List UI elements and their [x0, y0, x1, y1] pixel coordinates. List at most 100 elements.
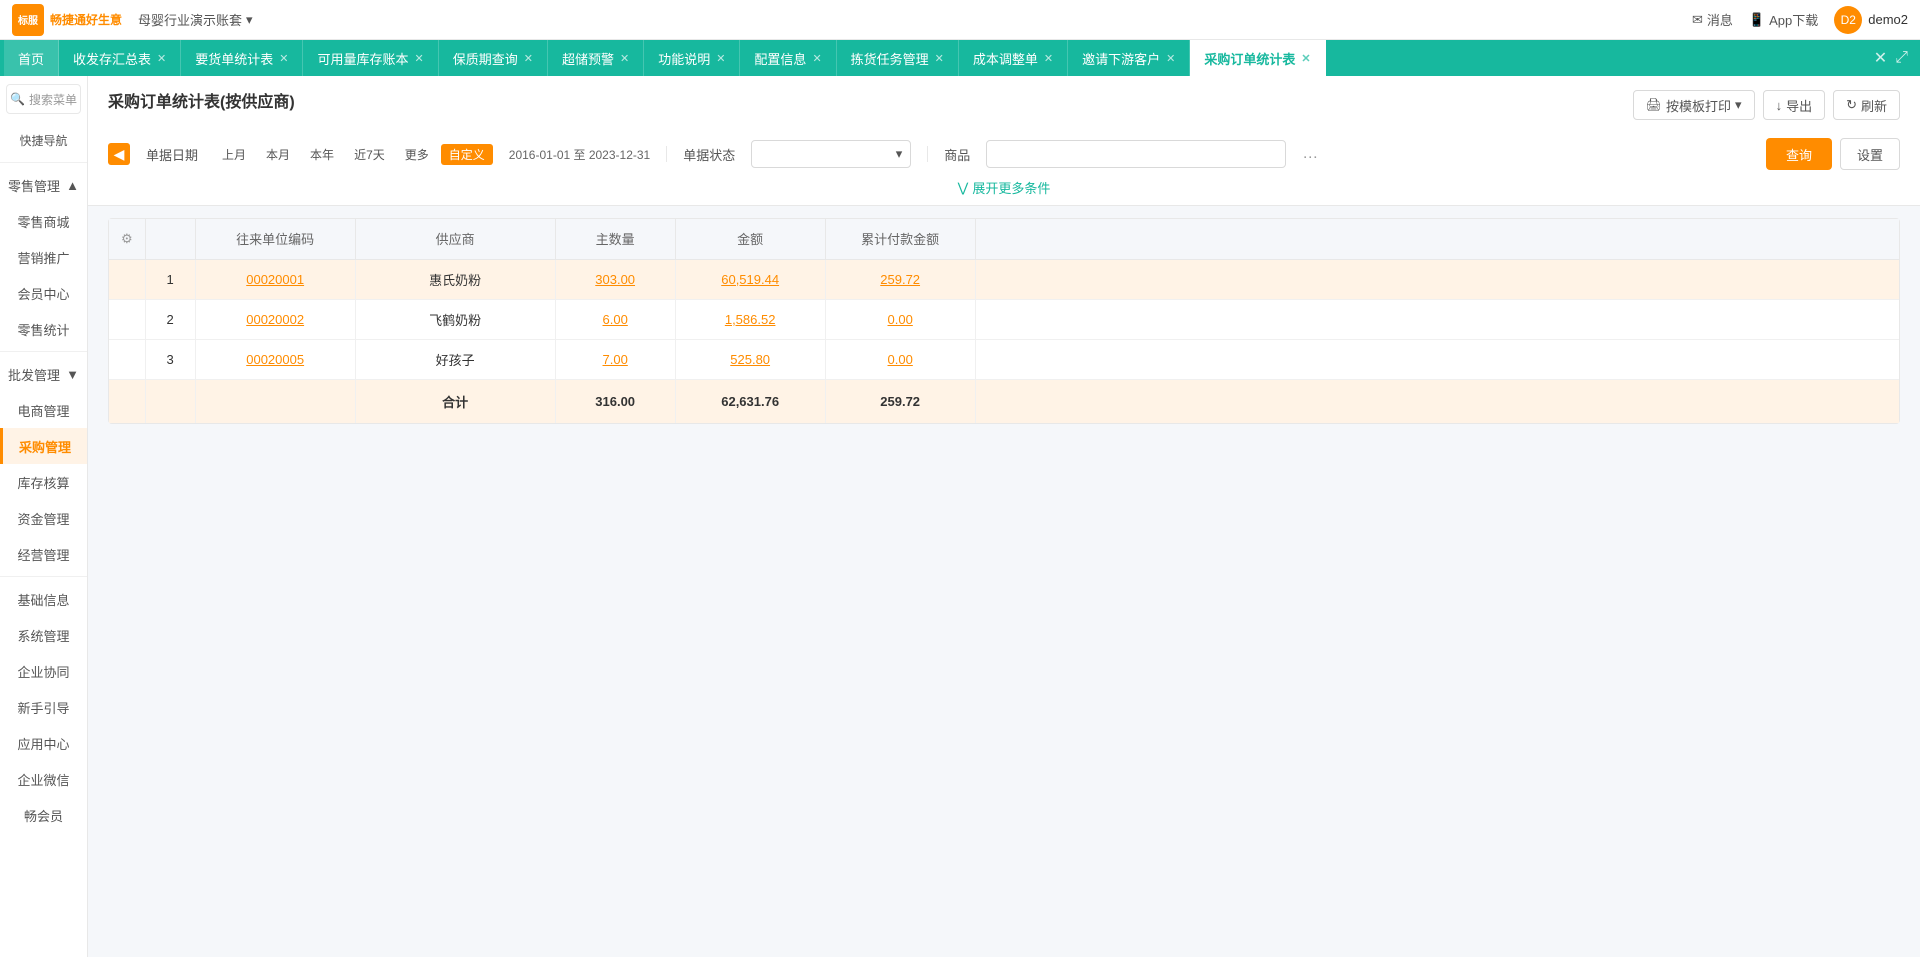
tab-purchase-order-summary[interactable]: 采购订单统计表 ✕ [1190, 40, 1325, 76]
app-download-btn[interactable]: 📱 App下载 [1749, 10, 1818, 29]
close-icon[interactable]: ✕ [812, 52, 821, 65]
tab-expiry-query[interactable]: 保质期查询 ✕ [439, 40, 548, 76]
sidebar-item-marketing[interactable]: 营销推广 [0, 239, 87, 275]
sidebar-item-app-center[interactable]: 应用中心 [0, 725, 87, 761]
tab-collect-summary[interactable]: 收发存汇总表 ✕ [59, 40, 181, 76]
td-code[interactable]: 00020001 [195, 259, 355, 299]
goods-more-icon[interactable]: … [1302, 145, 1318, 163]
sidebar-item-basic-info[interactable]: 基础信息 [0, 581, 87, 617]
sidebar-item-retail-management-label: 零售管理 [8, 176, 60, 195]
filter-settings-btn[interactable]: 设置 [1840, 138, 1900, 170]
tab-config-info-label: 配置信息 [754, 49, 806, 68]
tab-invite-downstream[interactable]: 邀请下游客户 ✕ [1068, 40, 1190, 76]
query-btn[interactable]: 查询 [1766, 138, 1832, 170]
sidebar-item-ecommerce-mgmt[interactable]: 电商管理 [0, 392, 87, 428]
close-icon[interactable]: ✕ [524, 52, 533, 65]
tab-cost-adjust-label: 成本调整单 [973, 49, 1038, 68]
filter-row-main: ◀ 单据日期 上月 本月 本年 近7天 更多 自定义 2016-01-01 至 … [108, 138, 1900, 170]
td-qty[interactable]: 7.00 [555, 339, 675, 379]
tab-cost-adjust[interactable]: 成本调整单 ✕ [959, 40, 1068, 76]
print-btn[interactable]: 🖨 按模板打印 ▾ [1633, 90, 1755, 120]
td-paid[interactable]: 0.00 [825, 299, 975, 339]
sidebar-item-wholesale-mgmt[interactable]: 批发管理 ▼ [0, 356, 87, 392]
date-btn-more[interactable]: 更多 [397, 144, 437, 165]
sidebar-item-inventory-label: 库存核算 [17, 473, 69, 492]
sidebar: 🔍 搜索菜单 快捷导航 零售管理 ▲ 零售商城 营销推广 会员中心 零售统计 批… [0, 76, 88, 957]
close-icon[interactable]: ✕ [935, 52, 944, 65]
sidebar-item-enterprise-coop[interactable]: 企业协同 [0, 653, 87, 689]
workspace-selector[interactable]: 母婴行业演示账套 ▾ [130, 6, 261, 33]
sidebar-quick-nav[interactable]: 快捷导航 [0, 122, 87, 158]
td-qty[interactable]: 6.00 [555, 299, 675, 339]
top-bar: 标服 畅捷通好生意 母婴行业演示账套 ▾ ✉ 消息 📱 App下载 D2 dem… [0, 0, 1920, 40]
sidebar-item-retail-management[interactable]: 零售管理 ▲ [0, 167, 87, 203]
tab-function-desc[interactable]: 功能说明 ✕ [644, 40, 740, 76]
goods-label: 商品 [944, 145, 970, 164]
table-row[interactable]: 1 00020001 惠氏奶粉 303.00 60,519.44 259.72 [109, 259, 1899, 299]
sidebar-item-inventory-check[interactable]: 库存核算 [0, 464, 87, 500]
close-icon[interactable]: ✕ [1166, 52, 1175, 65]
tab-picking-task[interactable]: 拣货任务管理 ✕ [837, 40, 959, 76]
close-icon[interactable]: ✕ [1044, 52, 1053, 65]
tab-config-info[interactable]: 配置信息 ✕ [740, 40, 836, 76]
export-label: 导出 [1786, 96, 1812, 115]
date-label: 单据日期 [146, 145, 198, 164]
tab-home[interactable]: 首页 [4, 40, 59, 76]
td-qty[interactable]: 303.00 [555, 259, 675, 299]
export-btn[interactable]: ↓ 导出 [1763, 90, 1826, 120]
td-amount[interactable]: 60,519.44 [675, 259, 825, 299]
sidebar-item-member-center[interactable]: 会员中心 [0, 275, 87, 311]
status-select[interactable]: ▾ [751, 140, 911, 168]
tab-overstock[interactable]: 超储预警 ✕ [548, 40, 644, 76]
td-paid[interactable]: 0.00 [825, 339, 975, 379]
table-row[interactable]: 3 00020005 好孩子 7.00 525.80 0.00 [109, 339, 1899, 379]
close-icon[interactable]: ✕ [279, 52, 288, 65]
td-index: 3 [145, 339, 195, 379]
sidebar-item-newbie-guide[interactable]: 新手引导 [0, 689, 87, 725]
close-icon[interactable]: ✕ [415, 52, 424, 65]
search-menu-label: 搜索菜单 [29, 91, 77, 108]
table-row[interactable]: 2 00020002 飞鹤奶粉 6.00 1,586.52 0.00 [109, 299, 1899, 339]
user-area[interactable]: D2 demo2 [1834, 6, 1908, 34]
td-empty [975, 339, 1899, 379]
close-icon[interactable]: ✕ [157, 52, 166, 65]
column-settings-icon[interactable]: ⚙ [121, 231, 133, 247]
refresh-btn[interactable]: ↻ 刷新 [1833, 90, 1900, 120]
goods-input[interactable] [986, 140, 1286, 168]
sidebar-item-retail-store[interactable]: 零售商城 [0, 203, 87, 239]
td-amount[interactable]: 1,586.52 [675, 299, 825, 339]
sidebar-item-system-mgmt[interactable]: 系统管理 [0, 617, 87, 653]
nav-maximize-btn[interactable]: ⤢ [1895, 49, 1908, 67]
sidebar-item-finance-mgmt[interactable]: 资金管理 [0, 500, 87, 536]
date-btn-last-month[interactable]: 上月 [214, 144, 254, 165]
close-icon[interactable]: ✕ [1301, 52, 1310, 65]
sidebar-item-free-member[interactable]: 畅会员 [0, 797, 87, 833]
date-btn-this-year[interactable]: 本年 [302, 144, 342, 165]
message-btn[interactable]: ✉ 消息 [1692, 10, 1733, 29]
filter-toggle-btn[interactable]: ◀ [108, 143, 130, 165]
td-amount[interactable]: 525.80 [675, 339, 825, 379]
nav-close-btn[interactable]: ✕ [1874, 48, 1887, 68]
close-icon[interactable]: ✕ [620, 52, 629, 65]
close-icon[interactable]: ✕ [716, 52, 725, 65]
table-header-row: ⚙ 往来单位编码 供应商 主数量 金额 累计付款金额 [109, 219, 1899, 259]
th-paid: 累计付款金额 [825, 219, 975, 259]
td-code[interactable]: 00020002 [195, 299, 355, 339]
sidebar-item-ecommerce-label: 电商管理 [17, 401, 69, 420]
search-menu-btn[interactable]: 🔍 搜索菜单 [6, 84, 81, 114]
top-bar-left: 标服 畅捷通好生意 母婴行业演示账套 ▾ [12, 4, 261, 36]
th-index [145, 219, 195, 259]
td-supplier: 飞鹤奶粉 [355, 299, 555, 339]
date-btn-7-days[interactable]: 近7天 [346, 144, 393, 165]
tab-available-stock[interactable]: 可用量库存账本 ✕ [303, 40, 438, 76]
td-code[interactable]: 00020005 [195, 339, 355, 379]
date-btn-this-month[interactable]: 本月 [258, 144, 298, 165]
sidebar-item-enterprise-wechat[interactable]: 企业微信 [0, 761, 87, 797]
top-section: 采购订单统计表(按供应商) 🖨 按模板打印 ▾ ↓ 导出 ↻ [88, 76, 1920, 206]
expand-more-btn[interactable]: ⋁ 展开更多条件 [958, 178, 1051, 197]
tab-order-summary[interactable]: 要货单统计表 ✕ [181, 40, 303, 76]
sidebar-item-retail-stats[interactable]: 零售统计 [0, 311, 87, 347]
sidebar-item-operation-mgmt[interactable]: 经营管理 [0, 536, 87, 572]
sidebar-item-purchase-mgmt[interactable]: 采购管理 [0, 428, 87, 464]
td-paid[interactable]: 259.72 [825, 259, 975, 299]
